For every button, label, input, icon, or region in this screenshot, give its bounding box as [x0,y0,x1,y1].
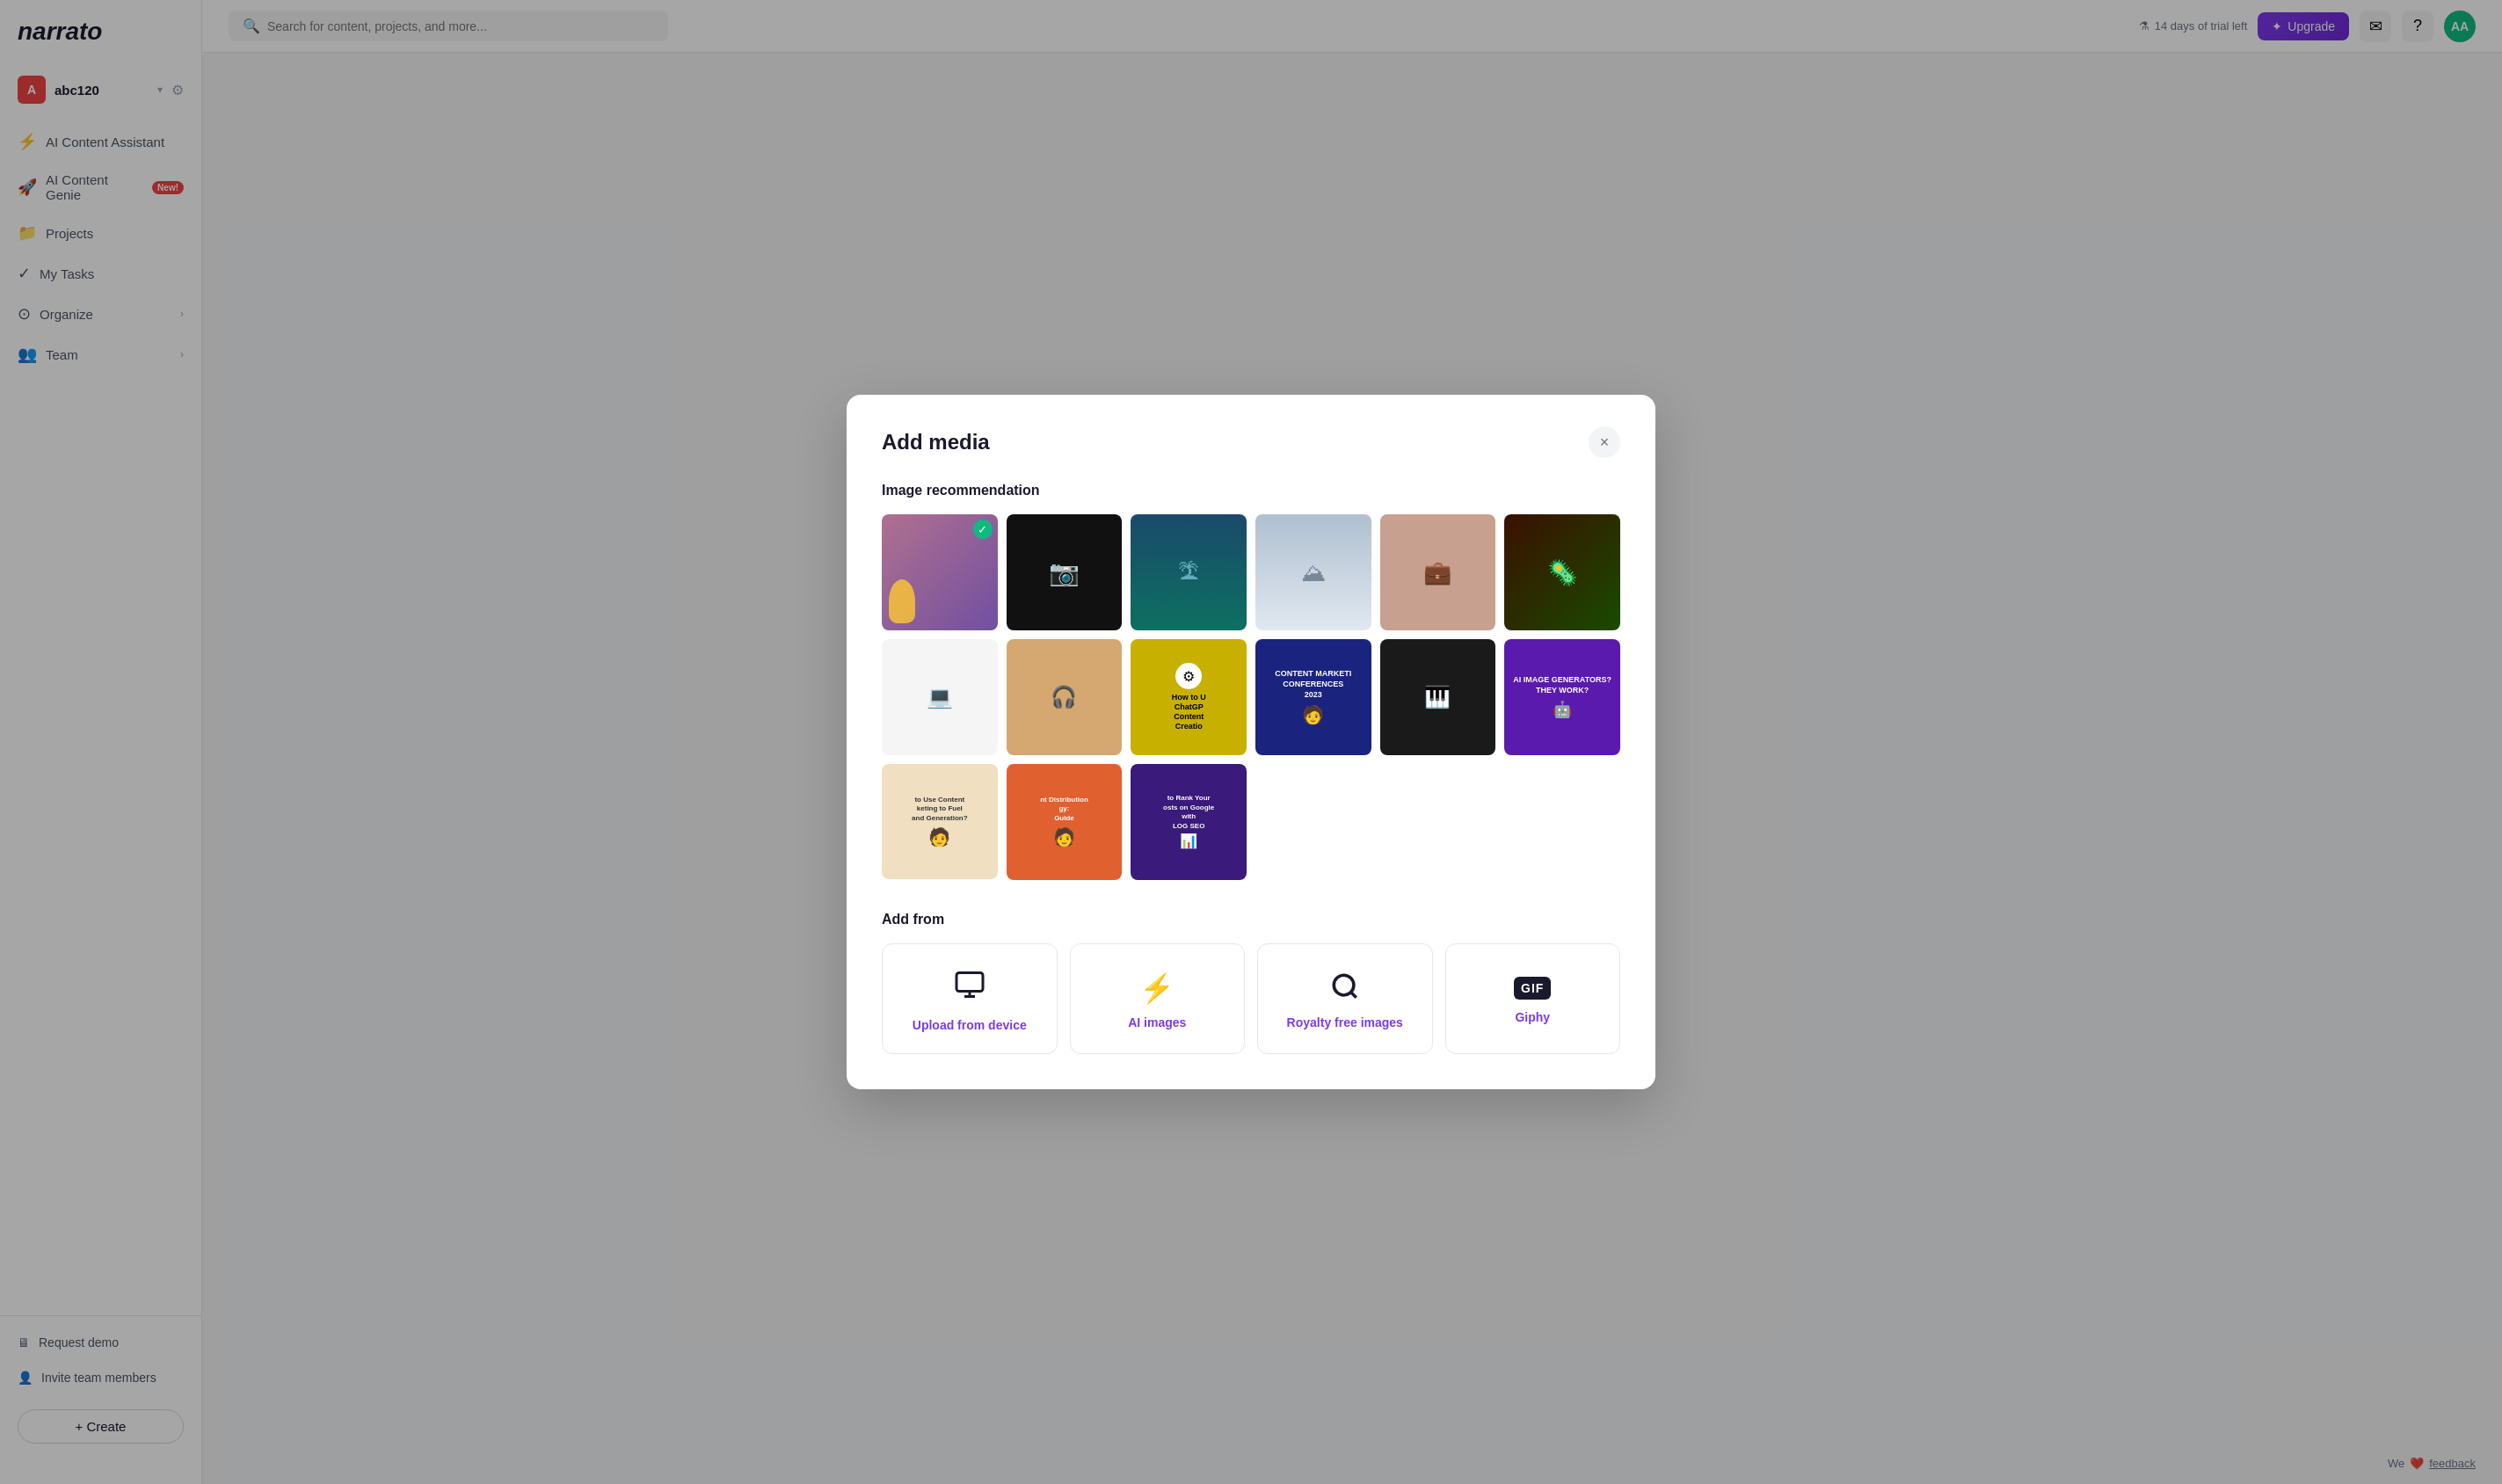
image-thumb-5[interactable]: 💼 [1380,514,1496,630]
image-thumb-14[interactable]: nt Distributiongy:Guide 🧑 [1007,764,1123,880]
search-icon [1330,971,1360,1005]
image-thumb-7[interactable]: 💻 [882,639,998,755]
close-button[interactable]: × [1589,426,1620,458]
close-icon: × [1600,433,1610,452]
add-from-royalty-card[interactable]: Royalty free images [1257,943,1433,1054]
add-from-upload-card[interactable]: Upload from device [882,943,1058,1054]
image-thumb-10[interactable]: CONTENT MARKETICONFERENCES2023 🧑 [1255,639,1371,755]
royalty-label: Royalty free images [1287,1015,1403,1029]
modal-overlay: Add media × Image recommendation ✓ 📷 🏝 ⛰ [0,0,2502,1484]
image-thumb-11[interactable]: 🎹 [1380,639,1496,755]
image-thumb-1[interactable]: ✓ [882,514,998,630]
bolt-icon: ⚡ [1139,971,1175,1005]
ai-images-label: AI images [1128,1015,1186,1029]
upload-label: Upload from device [913,1018,1027,1032]
add-from-grid: Upload from device ⚡ AI images Royalty f… [882,943,1620,1054]
image-thumb-9[interactable]: ⚙ How to UChatGPContentCreatio [1131,639,1247,755]
add-from-ai-card[interactable]: ⚡ AI images [1070,943,1246,1054]
add-from-giphy-card[interactable]: GIF Giphy [1445,943,1621,1054]
add-from-label: Add from [882,912,1620,928]
svg-point-1 [1334,975,1354,995]
add-media-modal: Add media × Image recommendation ✓ 📷 🏝 ⛰ [847,395,1655,1088]
image-thumb-13[interactable]: to Use Contentketing to Fueland Generati… [882,764,998,880]
image-thumb-3[interactable]: 🏝 [1131,514,1247,630]
image-grid: ✓ 📷 🏝 ⛰ 💼 🦠 💻 [882,514,1620,879]
image-thumb-4[interactable]: ⛰ [1255,514,1371,630]
monitor-icon [954,969,986,1008]
selected-badge: ✓ [973,520,993,539]
modal-header: Add media × [882,426,1620,458]
image-thumb-8[interactable]: 🎧 [1007,639,1123,755]
image-thumb-15[interactable]: to Rank Yourosts on GooglewithLOG SEO 📊 [1131,764,1247,880]
image-thumb-6[interactable]: 🦠 [1504,514,1620,630]
modal-title: Add media [882,430,990,455]
gif-icon: GIF [1514,977,1551,1000]
image-recommendation-label: Image recommendation [882,483,1620,498]
svg-rect-0 [956,972,983,991]
image-thumb-12[interactable]: AI IMAGE GENERATORS?THEY WORK? 🤖 [1504,639,1620,755]
giphy-label: Giphy [1515,1010,1550,1024]
image-thumb-2[interactable]: 📷 [1007,514,1123,630]
